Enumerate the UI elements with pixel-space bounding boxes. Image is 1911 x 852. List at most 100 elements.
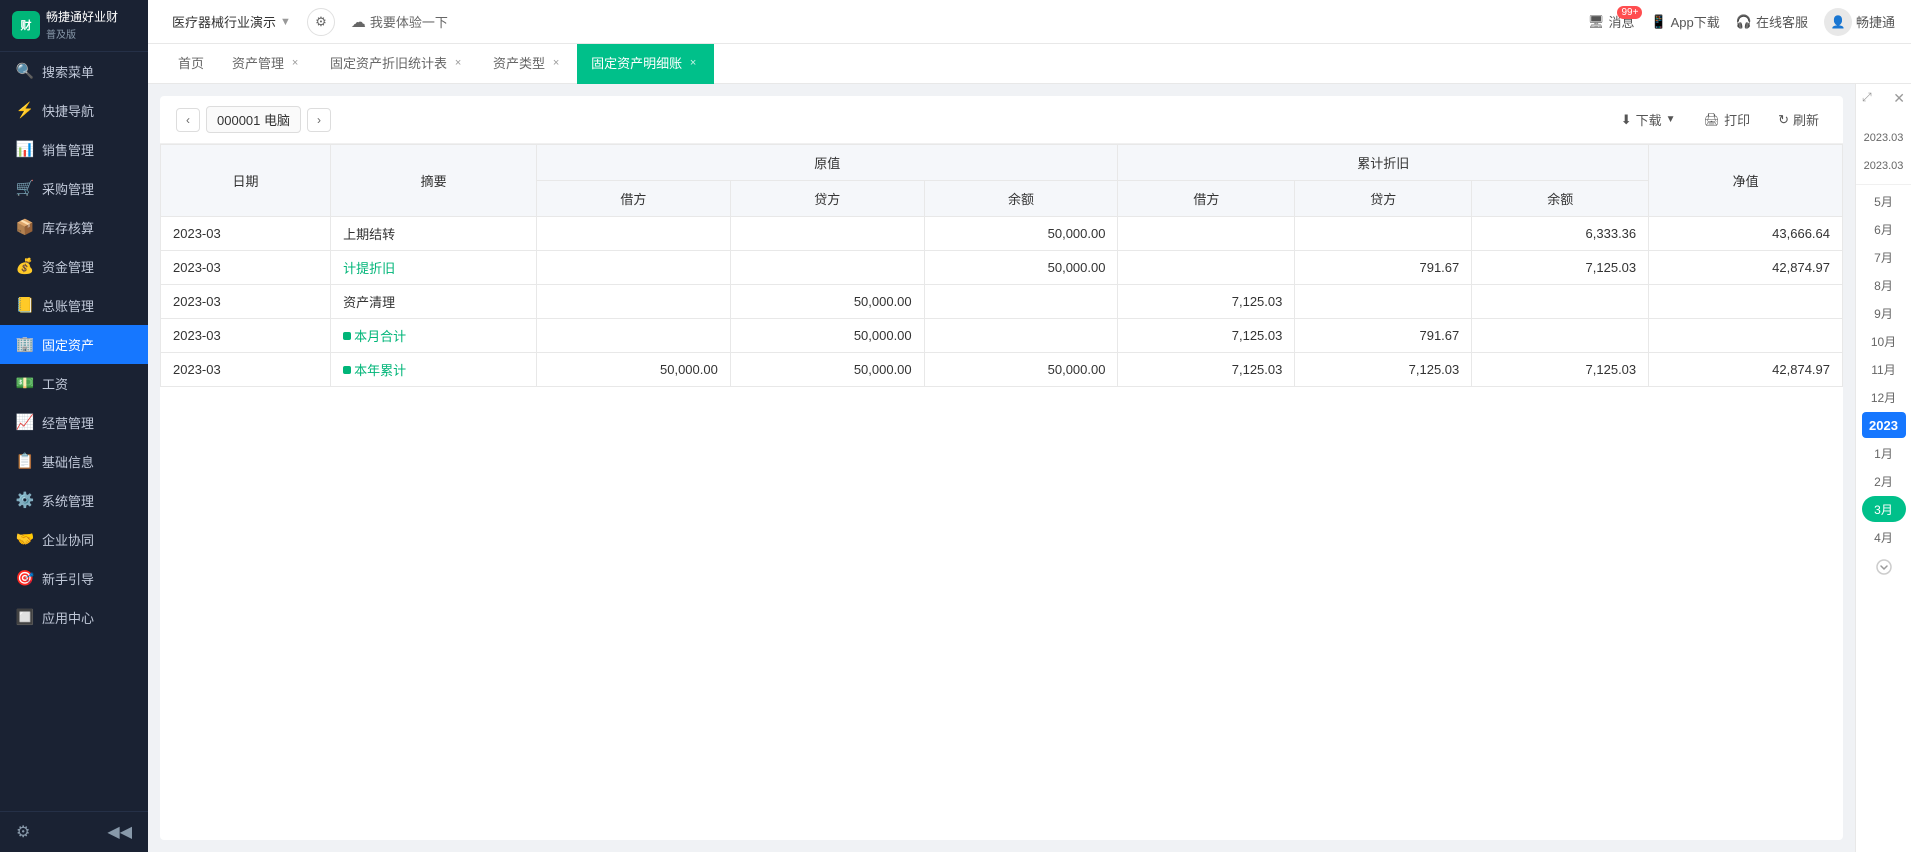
refresh-label: 刷新 [1793, 110, 1819, 129]
col-date: 日期 [161, 145, 331, 217]
settings-icon: ⚙ [315, 14, 327, 30]
timeline-month-6[interactable]: 6月 [1862, 216, 1906, 242]
sidebar-item-finance[interactable]: 💰 资金管理 [0, 247, 148, 286]
asset-nav-right: ⬇ 下载 ▼ 🖨 打印 ↻ 刷新 [1613, 106, 1827, 133]
sidebar-item-cooperation[interactable]: 🤝 企业协同 [0, 520, 148, 559]
table-row: 2023-03 本月合计 50,000.00 [161, 319, 1843, 353]
timeline-close-button[interactable]: ✕ [1893, 90, 1905, 107]
timeline-month-10[interactable]: 10月 [1862, 328, 1906, 354]
timeline-month-8[interactable]: 8月 [1862, 272, 1906, 298]
cell-orig-balance [924, 285, 1118, 319]
sidebar-item-payroll[interactable]: 💵 工资 [0, 364, 148, 403]
cell-date: 2023-03 [161, 353, 331, 387]
cell-dep-credit: 7,125.03 [1295, 353, 1472, 387]
cell-dep-balance: 7,125.03 [1472, 251, 1649, 285]
sidebar-item-inventory[interactable]: 📦 库存核算 [0, 208, 148, 247]
col-orig-balance: 余额 [924, 181, 1118, 217]
avatar: 👤 [1824, 8, 1852, 36]
building-icon: 🏢 [16, 335, 34, 353]
cart-icon: 🛒 [16, 179, 34, 197]
timeline-month-4[interactable]: 4月 [1862, 524, 1906, 550]
sidebar: 财 畅捷通好业财 普及版 🔍 搜索菜单 ⚡ 快捷导航 📊 销售管理 🛒 采购管理… [0, 0, 148, 852]
download-button[interactable]: ⬇ 下载 ▼ [1613, 106, 1684, 133]
timeline-month-2[interactable]: 2月 [1862, 468, 1906, 494]
sidebar-item-operations[interactable]: 📈 经营管理 [0, 403, 148, 442]
cell-orig-debit [537, 217, 731, 251]
trending-icon: 📈 [16, 413, 34, 431]
tabs-bar: 首页 资产管理 × 固定资产折旧统计表 × 资产类型 × 固定资产明细账 × [148, 44, 1911, 84]
cell-dep-debit [1118, 251, 1295, 285]
cell-orig-credit: 50,000.00 [730, 319, 924, 353]
tab-label: 资产管理 [232, 53, 284, 72]
sidebar-item-purchase[interactable]: 🛒 采购管理 [0, 169, 148, 208]
timeline-month-5[interactable]: 5月 [1862, 188, 1906, 214]
timeline-month-3[interactable]: 3月 [1862, 496, 1906, 522]
timeline-year-2023[interactable]: 2023 [1862, 412, 1906, 438]
asset-detail-panel: ‹ 000001 电脑 › ⬇ 下载 ▼ 🖨 打印 [160, 96, 1843, 840]
tab-asset-type[interactable]: 资产类型 × [479, 44, 577, 84]
experience-button[interactable]: ☁ 我要体验一下 [351, 12, 448, 31]
company-settings-button[interactable]: ⚙ [307, 8, 335, 36]
col-accumulated-dep: 累计折旧 [1118, 145, 1649, 181]
settings-footer-icon[interactable]: ⚙ [16, 822, 30, 842]
sidebar-item-label: 固定资产 [42, 335, 94, 354]
cell-summary: 本月合计 [331, 319, 537, 353]
tab-label: 首页 [178, 53, 204, 72]
cell-date: 2023-03 [161, 319, 331, 353]
cell-orig-debit [537, 285, 731, 319]
sidebar-item-guide[interactable]: 🎯 新手引导 [0, 559, 148, 598]
collapse-icon[interactable]: ◀◀ [107, 822, 132, 842]
cell-dep-balance: 6,333.36 [1472, 217, 1649, 251]
timeline-expand-button[interactable]: ⤢ [1862, 90, 1872, 105]
sidebar-item-label: 企业协同 [42, 530, 94, 549]
online-service-button[interactable]: 🎧 在线客服 [1736, 12, 1808, 31]
prev-asset-button[interactable]: ‹ [176, 108, 200, 132]
tab-close-icon[interactable]: × [549, 56, 563, 70]
timeline-month-12[interactable]: 12月 [1862, 384, 1906, 410]
book-icon: 📒 [16, 296, 34, 314]
sidebar-item-basic-info[interactable]: 📋 基础信息 [0, 442, 148, 481]
timeline-down-nav[interactable] [1872, 555, 1896, 579]
timeline-month-1[interactable]: 1月 [1862, 440, 1906, 466]
timeline-month-11[interactable]: 11月 [1862, 356, 1906, 382]
cell-summary: 上期结转 [331, 217, 537, 251]
tab-close-icon[interactable]: × [686, 56, 700, 70]
app-download-button[interactable]: 📱 App下载 [1650, 12, 1719, 31]
refresh-button[interactable]: ↻ 刷新 [1770, 106, 1827, 133]
timeline-month-9[interactable]: 9月 [1862, 300, 1906, 326]
tab-asset-detail[interactable]: 固定资产明细账 × [577, 44, 714, 84]
tab-asset-mgmt[interactable]: 资产管理 × [218, 44, 316, 84]
sidebar-item-label: 销售管理 [42, 140, 94, 159]
topbar: 医疗器械行业演示 ▼ ⚙ ☁ 我要体验一下 🖥 消息 99+ 📱 App下载 🎧… [148, 0, 1911, 44]
tab-close-icon[interactable]: × [451, 56, 465, 70]
timeline-month-7[interactable]: 7月 [1862, 244, 1906, 270]
sidebar-item-label: 基础信息 [42, 452, 94, 471]
table-row: 2023-03 本年累计 50,000.00 50,000.00 50,000 [161, 353, 1843, 387]
user-menu[interactable]: 👤 畅捷通 [1824, 8, 1895, 36]
download-icon: ⬇ [1621, 112, 1632, 128]
next-asset-button[interactable]: › [307, 108, 331, 132]
message-icon: 🖥 [1588, 14, 1605, 30]
app-logo: 财 畅捷通好业财 普及版 [0, 0, 148, 52]
tab-depreciation-stat[interactable]: 固定资产折旧统计表 × [316, 44, 479, 84]
message-badge: 99+ [1617, 6, 1642, 19]
sidebar-item-sales[interactable]: 📊 销售管理 [0, 130, 148, 169]
sidebar-item-ledger[interactable]: 📒 总账管理 [0, 286, 148, 325]
company-name: 医疗器械行业演示 [172, 12, 276, 31]
yearly-total-tag: 本年累计 [343, 360, 406, 379]
tab-close-icon[interactable]: × [288, 56, 302, 70]
sidebar-item-quick-nav[interactable]: ⚡ 快捷导航 [0, 91, 148, 130]
company-selector[interactable]: 医疗器械行业演示 ▼ [164, 8, 299, 35]
col-dep-debit: 借方 [1118, 181, 1295, 217]
sidebar-item-app-center[interactable]: 🔲 应用中心 [0, 598, 148, 637]
sidebar-item-system[interactable]: ⚙️ 系统管理 [0, 481, 148, 520]
logo-icon: 财 [12, 11, 40, 39]
timeline-panel: ✕ ⤢ 2023.03 2023.03 5月 6月 7月 8月 9月 10月 1… [1855, 84, 1911, 852]
tab-home[interactable]: 首页 [164, 44, 218, 84]
cell-summary: 本年累计 [331, 353, 537, 387]
sidebar-item-search[interactable]: 🔍 搜索菜单 [0, 52, 148, 91]
print-button[interactable]: 🖨 打印 [1696, 106, 1759, 133]
sidebar-item-fixed-assets[interactable]: 🏢 固定资产 [0, 325, 148, 364]
message-button[interactable]: 🖥 消息 99+ [1588, 12, 1635, 31]
topbar-right: 🖥 消息 99+ 📱 App下载 🎧 在线客服 👤 畅捷通 [1588, 8, 1895, 36]
